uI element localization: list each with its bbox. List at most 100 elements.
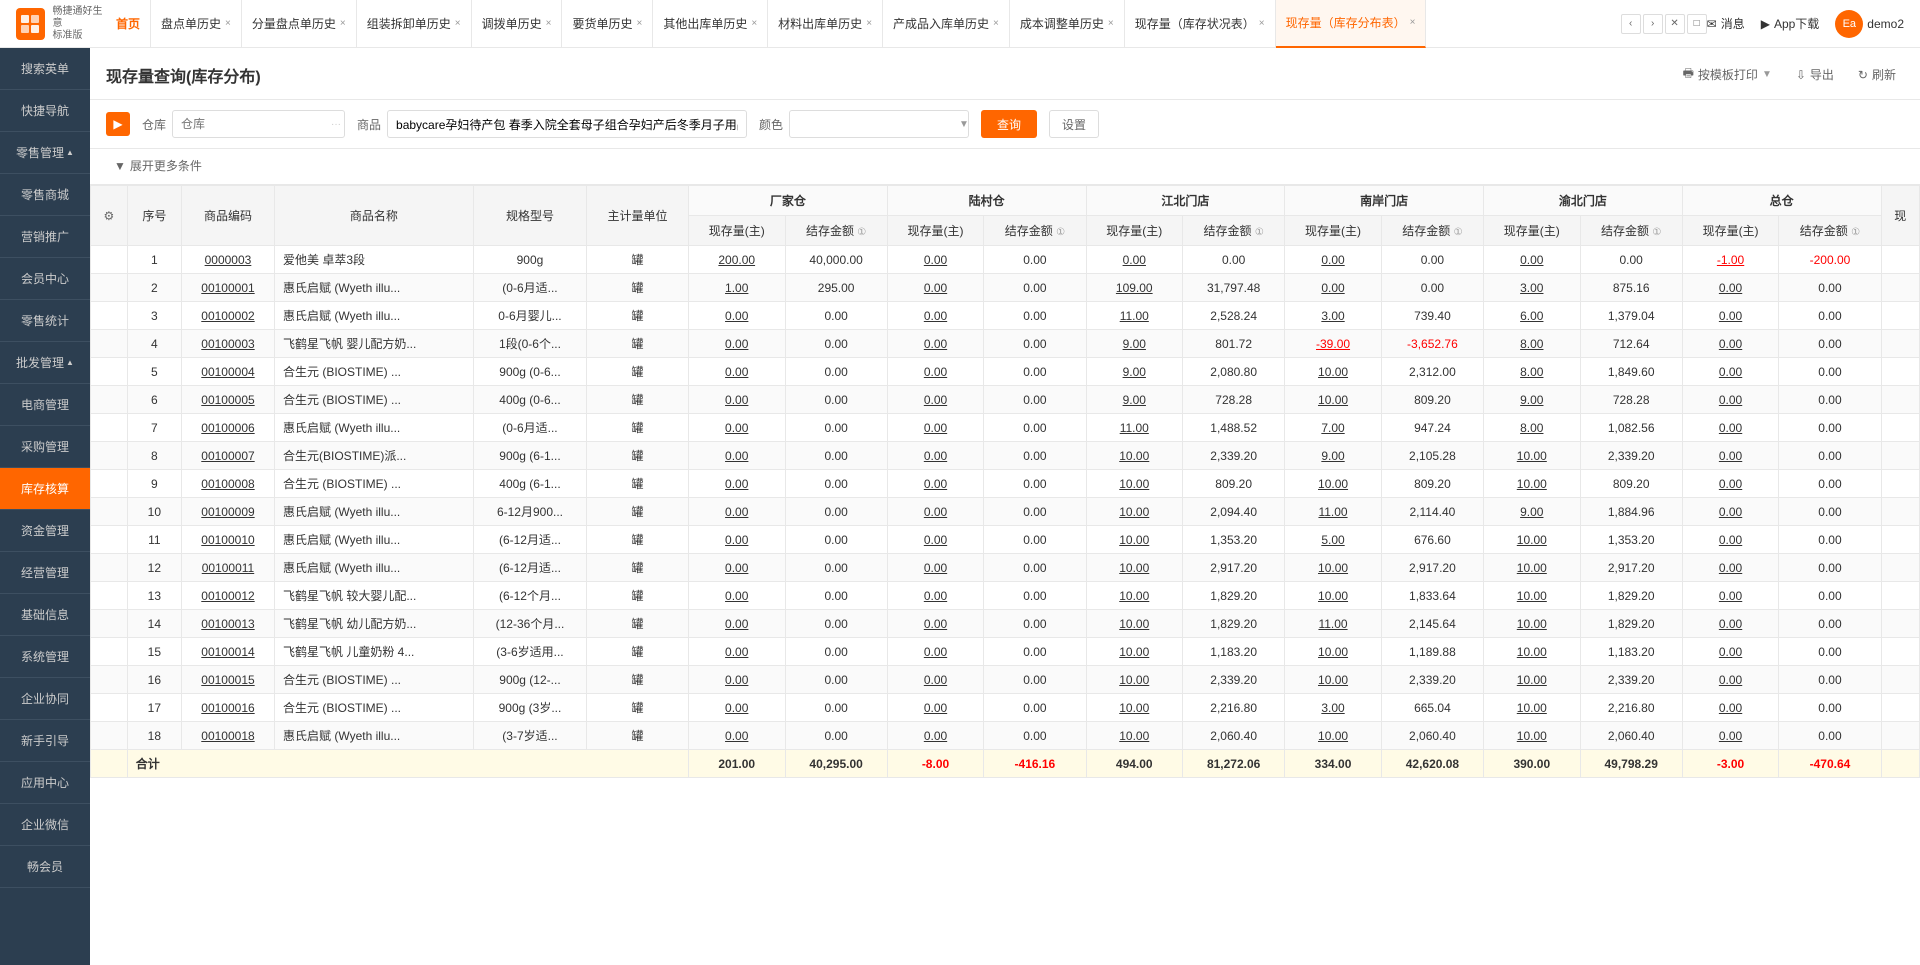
cell-yb-qty[interactable]: 6.00 (1484, 302, 1581, 330)
cell-code[interactable]: 00100001 (181, 274, 274, 302)
sidebar-item-营销推广[interactable]: 营销推广 (0, 216, 90, 258)
cell-jb-qty[interactable]: 11.00 (1086, 302, 1183, 330)
cell-total-qty[interactable]: 0.00 (1682, 610, 1779, 638)
cell-cf-qty[interactable]: 0.00 (688, 526, 785, 554)
cell-jb-qty[interactable]: 10.00 (1086, 666, 1183, 694)
cell-cf-qty[interactable]: 0.00 (688, 610, 785, 638)
cell-na-qty[interactable]: 11.00 (1285, 610, 1382, 638)
nav-tab-分量盘点单历史[interactable]: 分量盘点单历史× (242, 0, 357, 48)
sidebar-item-新手引导[interactable]: 新手引导 (0, 720, 90, 762)
cell-na-qty[interactable]: 10.00 (1285, 722, 1382, 750)
cell-jb-qty[interactable]: 10.00 (1086, 638, 1183, 666)
tab-close-icon[interactable]: × (546, 18, 552, 29)
cell-na-qty[interactable]: 0.00 (1285, 246, 1382, 274)
cell-cf-qty[interactable]: 0.00 (688, 330, 785, 358)
cell-yb-qty[interactable]: 10.00 (1484, 582, 1581, 610)
goods-input[interactable] (387, 110, 747, 138)
cell-cf-qty[interactable]: 0.00 (688, 442, 785, 470)
cell-total-qty[interactable]: 0.00 (1682, 722, 1779, 750)
sidebar-item-系统管理[interactable]: 系统管理 (0, 636, 90, 678)
cell-lc-qty[interactable]: 0.00 (887, 470, 984, 498)
cell-na-qty[interactable]: 10.00 (1285, 638, 1382, 666)
nav-tab-现存量（库存分布表）[interactable]: 现存量（库存分布表）× (1276, 0, 1427, 48)
sidebar-item-基础信息[interactable]: 基础信息 (0, 594, 90, 636)
sidebar-item-库存核算[interactable]: 库存核算 (0, 468, 90, 510)
cell-code[interactable]: 00100013 (181, 610, 274, 638)
cell-yb-qty[interactable]: 10.00 (1484, 722, 1581, 750)
cell-code[interactable]: 00100006 (181, 414, 274, 442)
cell-code[interactable]: 00100012 (181, 582, 274, 610)
tab-close-icon[interactable]: × (866, 18, 872, 29)
cell-lc-qty[interactable]: 0.00 (887, 274, 984, 302)
cell-na-qty[interactable]: 3.00 (1285, 302, 1382, 330)
nav-tab-其他出库单历史[interactable]: 其他出库单历史× (653, 0, 768, 48)
cell-jb-qty[interactable]: 10.00 (1086, 526, 1183, 554)
setting-btn[interactable]: 设置 (1049, 110, 1099, 138)
tab-close-icon[interactable]: × (1108, 18, 1114, 29)
cell-code[interactable]: 00100009 (181, 498, 274, 526)
print-btn[interactable]: 🖶 按模板打印 ▼ (1675, 60, 1780, 89)
cell-code[interactable]: 00100007 (181, 442, 274, 470)
cell-total-qty[interactable]: 0.00 (1682, 666, 1779, 694)
nav-prev[interactable]: ‹ (1621, 14, 1641, 34)
cell-code[interactable]: 0000003 (181, 246, 274, 274)
tab-close-icon[interactable]: × (993, 18, 999, 29)
cell-na-qty[interactable]: 10.00 (1285, 470, 1382, 498)
refresh-btn[interactable]: ↻ 刷新 (1850, 62, 1904, 87)
user-btn[interactable]: Ea demo2 (1835, 10, 1904, 38)
sidebar-item-采购管理[interactable]: 采购管理 (0, 426, 90, 468)
sidebar-item-应用中心[interactable]: 应用中心 (0, 762, 90, 804)
sidebar-item-企业微信[interactable]: 企业微信 (0, 804, 90, 846)
cell-code[interactable]: 00100002 (181, 302, 274, 330)
cell-code[interactable]: 00100011 (181, 554, 274, 582)
cell-code[interactable]: 00100005 (181, 386, 274, 414)
cell-lc-qty[interactable]: 0.00 (887, 386, 984, 414)
cell-lc-qty[interactable]: 0.00 (887, 302, 984, 330)
cell-lc-qty[interactable]: 0.00 (887, 526, 984, 554)
cell-cf-qty[interactable]: 0.00 (688, 302, 785, 330)
nav-tab-调拨单历史[interactable]: 调拨单历史× (472, 0, 563, 48)
cell-cf-qty[interactable]: 0.00 (688, 358, 785, 386)
cell-yb-qty[interactable]: 9.00 (1484, 386, 1581, 414)
cell-na-qty[interactable]: -39.00 (1285, 330, 1382, 358)
cell-jb-qty[interactable]: 10.00 (1086, 498, 1183, 526)
cell-yb-qty[interactable]: 10.00 (1484, 694, 1581, 722)
cell-na-qty[interactable]: 10.00 (1285, 386, 1382, 414)
cell-cf-qty[interactable]: 0.00 (688, 666, 785, 694)
cell-jb-qty[interactable]: 10.00 (1086, 722, 1183, 750)
cell-code[interactable]: 00100010 (181, 526, 274, 554)
cell-yb-qty[interactable]: 10.00 (1484, 526, 1581, 554)
sidebar-item-零售商城[interactable]: 零售商城 (0, 174, 90, 216)
cell-total-qty[interactable]: 0.00 (1682, 526, 1779, 554)
cell-lc-qty[interactable]: 0.00 (887, 554, 984, 582)
warehouse-input[interactable] (172, 110, 345, 138)
query-btn[interactable]: 查询 (981, 110, 1037, 138)
cell-total-qty[interactable]: 0.00 (1682, 638, 1779, 666)
cell-cf-qty[interactable]: 0.00 (688, 498, 785, 526)
tab-close-icon[interactable]: × (636, 18, 642, 29)
cell-jb-qty[interactable]: 10.00 (1086, 610, 1183, 638)
cell-na-qty[interactable]: 3.00 (1285, 694, 1382, 722)
cell-na-qty[interactable]: 5.00 (1285, 526, 1382, 554)
cell-na-qty[interactable]: 7.00 (1285, 414, 1382, 442)
export-btn[interactable]: ⇩ 导出 (1788, 62, 1842, 87)
sidebar-item-搜索英单[interactable]: 搜索英单 (0, 48, 90, 90)
col-gear[interactable]: ⚙ (91, 186, 128, 246)
cell-total-qty[interactable]: 0.00 (1682, 470, 1779, 498)
cell-total-qty[interactable]: 0.00 (1682, 582, 1779, 610)
sidebar-item-零售管理[interactable]: 零售管理▲ (0, 132, 90, 174)
cell-total-qty[interactable]: 0.00 (1682, 274, 1779, 302)
cell-total-qty[interactable]: 0.00 (1682, 498, 1779, 526)
cell-code[interactable]: 00100014 (181, 638, 274, 666)
cell-cf-qty[interactable]: 200.00 (688, 246, 785, 274)
cell-total-qty[interactable]: -1.00 (1682, 246, 1779, 274)
cell-code[interactable]: 00100015 (181, 666, 274, 694)
cell-jb-qty[interactable]: 11.00 (1086, 414, 1183, 442)
cell-yb-qty[interactable]: 8.00 (1484, 414, 1581, 442)
cell-lc-qty[interactable]: 0.00 (887, 330, 984, 358)
sidebar-item-批发管理[interactable]: 批发管理▲ (0, 342, 90, 384)
cell-na-qty[interactable]: 0.00 (1285, 274, 1382, 302)
cell-yb-qty[interactable]: 10.00 (1484, 442, 1581, 470)
cell-lc-qty[interactable]: 0.00 (887, 414, 984, 442)
cell-jb-qty[interactable]: 9.00 (1086, 386, 1183, 414)
